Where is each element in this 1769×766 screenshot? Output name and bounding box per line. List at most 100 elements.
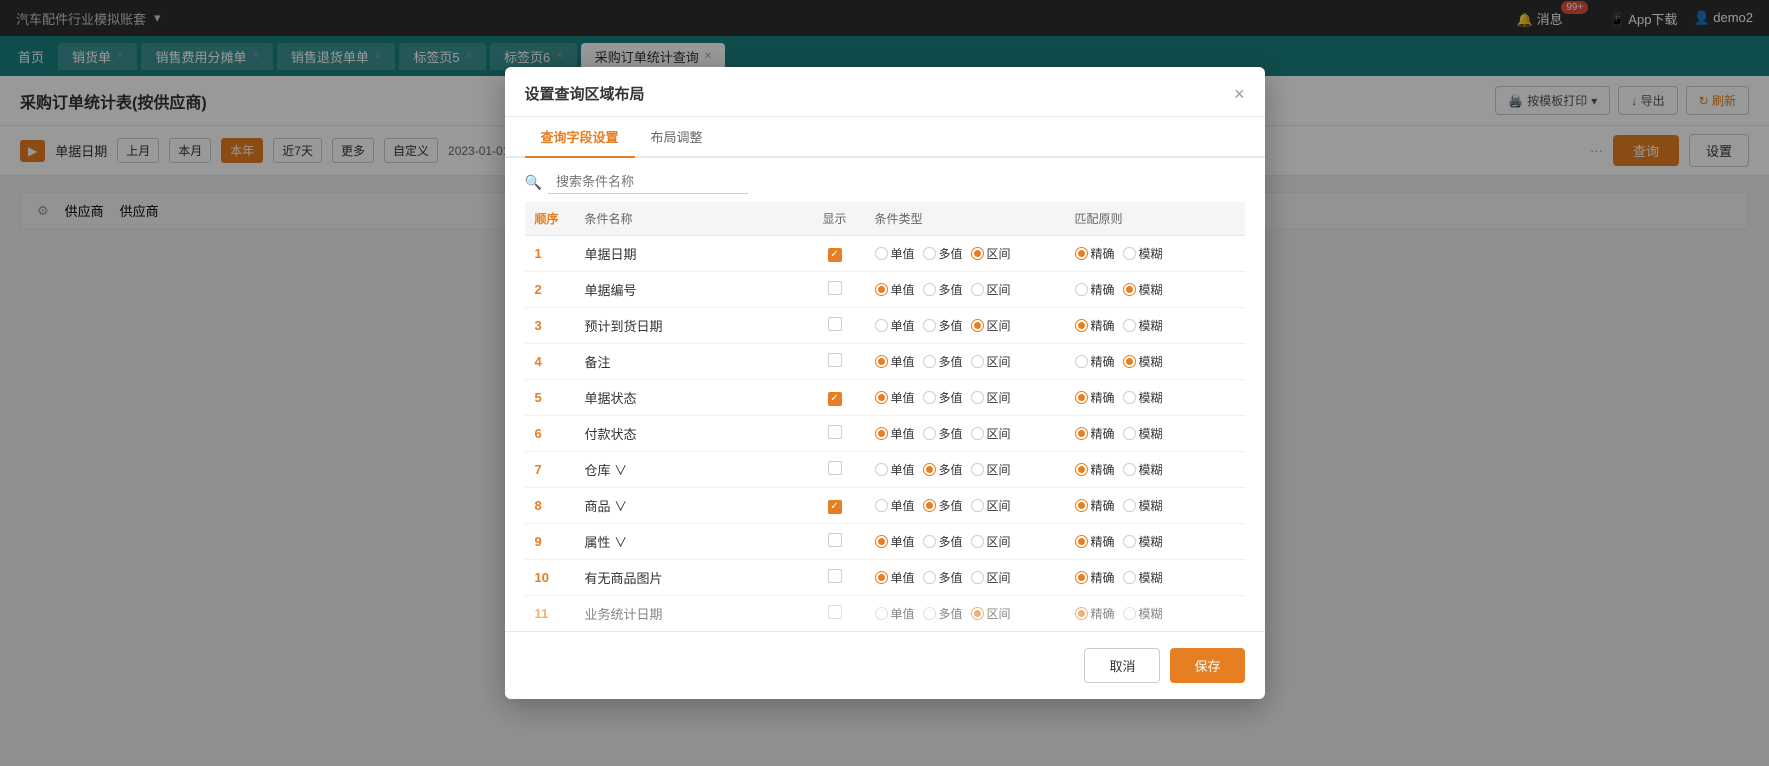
table-row[interactable]: [805, 488, 865, 524]
type-radio-单值[interactable]: 单值: [875, 245, 915, 262]
match-radio-模糊[interactable]: 模糊: [1123, 317, 1163, 334]
match-radio-模糊[interactable]: 模糊: [1123, 461, 1163, 478]
table-row[interactable]: [805, 380, 865, 416]
show-checkbox[interactable]: [828, 569, 842, 583]
dialog-close-button[interactable]: ×: [1234, 85, 1245, 103]
table-row[interactable]: [805, 308, 865, 344]
radio-circle: [1075, 319, 1088, 332]
type-radio-区间[interactable]: 区间: [971, 569, 1011, 586]
show-checkbox[interactable]: [828, 281, 842, 295]
show-checkbox[interactable]: [828, 500, 842, 514]
match-radio-模糊[interactable]: 模糊: [1123, 245, 1163, 262]
type-radio-单值[interactable]: 单值: [875, 389, 915, 406]
match-radio-精确[interactable]: 精确: [1075, 317, 1115, 334]
type-radio-多值[interactable]: 多值: [923, 425, 963, 442]
type-radio-多值[interactable]: 多值: [923, 245, 963, 262]
type-radio-区间[interactable]: 区间: [971, 605, 1011, 622]
dialog-tab-layout[interactable]: 布局调整: [635, 117, 719, 158]
type-radio-多值[interactable]: 多值: [923, 569, 963, 586]
type-radio-单值[interactable]: 单值: [875, 497, 915, 514]
table-row: 商品 ∨: [575, 488, 805, 524]
type-radio-区间[interactable]: 区间: [971, 497, 1011, 514]
type-radio-单值[interactable]: 单值: [875, 605, 915, 622]
table-row: 精确模糊: [1065, 488, 1245, 524]
radio-circle: [1123, 283, 1136, 296]
cancel-button[interactable]: 取消: [1084, 648, 1160, 683]
search-input[interactable]: [548, 170, 748, 194]
radio-circle: [1123, 355, 1136, 368]
match-radio-精确[interactable]: 精确: [1075, 605, 1115, 622]
type-radio-区间[interactable]: 区间: [971, 533, 1011, 550]
table-row: 1: [525, 236, 575, 272]
match-radio-模糊[interactable]: 模糊: [1123, 389, 1163, 406]
type-radio-单值[interactable]: 单值: [875, 353, 915, 370]
radio-circle: [1123, 535, 1136, 548]
show-checkbox[interactable]: [828, 605, 842, 619]
match-radio-模糊[interactable]: 模糊: [1123, 353, 1163, 370]
match-radio-模糊[interactable]: 模糊: [1123, 425, 1163, 442]
radio-circle: [1075, 607, 1088, 620]
show-checkbox[interactable]: [828, 317, 842, 331]
match-radio-精确[interactable]: 精确: [1075, 389, 1115, 406]
match-radio-精确[interactable]: 精确: [1075, 245, 1115, 262]
match-radio-精确[interactable]: 精确: [1075, 353, 1115, 370]
table-row: 精确模糊: [1065, 452, 1245, 488]
type-radio-区间[interactable]: 区间: [971, 281, 1011, 298]
type-radio-区间[interactable]: 区间: [971, 353, 1011, 370]
type-radio-单值[interactable]: 单值: [875, 461, 915, 478]
match-radio-精确[interactable]: 精确: [1075, 533, 1115, 550]
match-radio-模糊[interactable]: 模糊: [1123, 569, 1163, 586]
type-radio-多值[interactable]: 多值: [923, 389, 963, 406]
table-row[interactable]: [805, 524, 865, 560]
table-row[interactable]: [805, 560, 865, 596]
match-radio-模糊[interactable]: 模糊: [1123, 497, 1163, 514]
modal-overlay: 设置查询区域布局 × 查询字段设置 布局调整 🔍 顺序 条件名称 显示 条件类型: [0, 0, 1769, 766]
type-radio-多值[interactable]: 多值: [923, 461, 963, 478]
type-radio-区间[interactable]: 区间: [971, 245, 1011, 262]
show-checkbox[interactable]: [828, 425, 842, 439]
dialog-tab-query-fields[interactable]: 查询字段设置: [525, 117, 635, 158]
type-radio-单值[interactable]: 单值: [875, 425, 915, 442]
table-row[interactable]: [805, 236, 865, 272]
show-checkbox[interactable]: [828, 533, 842, 547]
type-radio-区间[interactable]: 区间: [971, 425, 1011, 442]
radio-circle: [923, 607, 936, 620]
match-radio-模糊[interactable]: 模糊: [1123, 605, 1163, 622]
table-row[interactable]: [805, 344, 865, 380]
radio-circle: [875, 535, 888, 548]
type-radio-区间[interactable]: 区间: [971, 317, 1011, 334]
show-checkbox[interactable]: [828, 461, 842, 475]
type-radio-多值[interactable]: 多值: [923, 353, 963, 370]
match-radio-精确[interactable]: 精确: [1075, 281, 1115, 298]
type-radio-多值[interactable]: 多值: [923, 281, 963, 298]
match-radio-模糊[interactable]: 模糊: [1123, 281, 1163, 298]
table-row[interactable]: [805, 596, 865, 632]
show-checkbox[interactable]: [828, 392, 842, 406]
table-row[interactable]: [805, 416, 865, 452]
match-radio-精确[interactable]: 精确: [1075, 569, 1115, 586]
match-radio-精确[interactable]: 精确: [1075, 461, 1115, 478]
type-radio-多值[interactable]: 多值: [923, 497, 963, 514]
radio-circle: [923, 499, 936, 512]
radio-circle: [1075, 427, 1088, 440]
match-radio-精确[interactable]: 精确: [1075, 425, 1115, 442]
type-radio-区间[interactable]: 区间: [971, 461, 1011, 478]
type-radio-单值[interactable]: 单值: [875, 569, 915, 586]
type-radio-单值[interactable]: 单值: [875, 533, 915, 550]
type-radio-多值[interactable]: 多值: [923, 605, 963, 622]
save-button[interactable]: 保存: [1170, 648, 1244, 683]
radio-circle: [1075, 463, 1088, 476]
type-radio-单值[interactable]: 单值: [875, 281, 915, 298]
table-row[interactable]: [805, 272, 865, 308]
show-checkbox[interactable]: [828, 248, 842, 262]
table-row: 精确模糊: [1065, 560, 1245, 596]
type-radio-单值[interactable]: 单值: [875, 317, 915, 334]
type-radio-多值[interactable]: 多值: [923, 317, 963, 334]
search-icon: 🔍: [525, 174, 542, 191]
show-checkbox[interactable]: [828, 353, 842, 367]
match-radio-模糊[interactable]: 模糊: [1123, 533, 1163, 550]
type-radio-区间[interactable]: 区间: [971, 389, 1011, 406]
type-radio-多值[interactable]: 多值: [923, 533, 963, 550]
table-row[interactable]: [805, 452, 865, 488]
match-radio-精确[interactable]: 精确: [1075, 497, 1115, 514]
